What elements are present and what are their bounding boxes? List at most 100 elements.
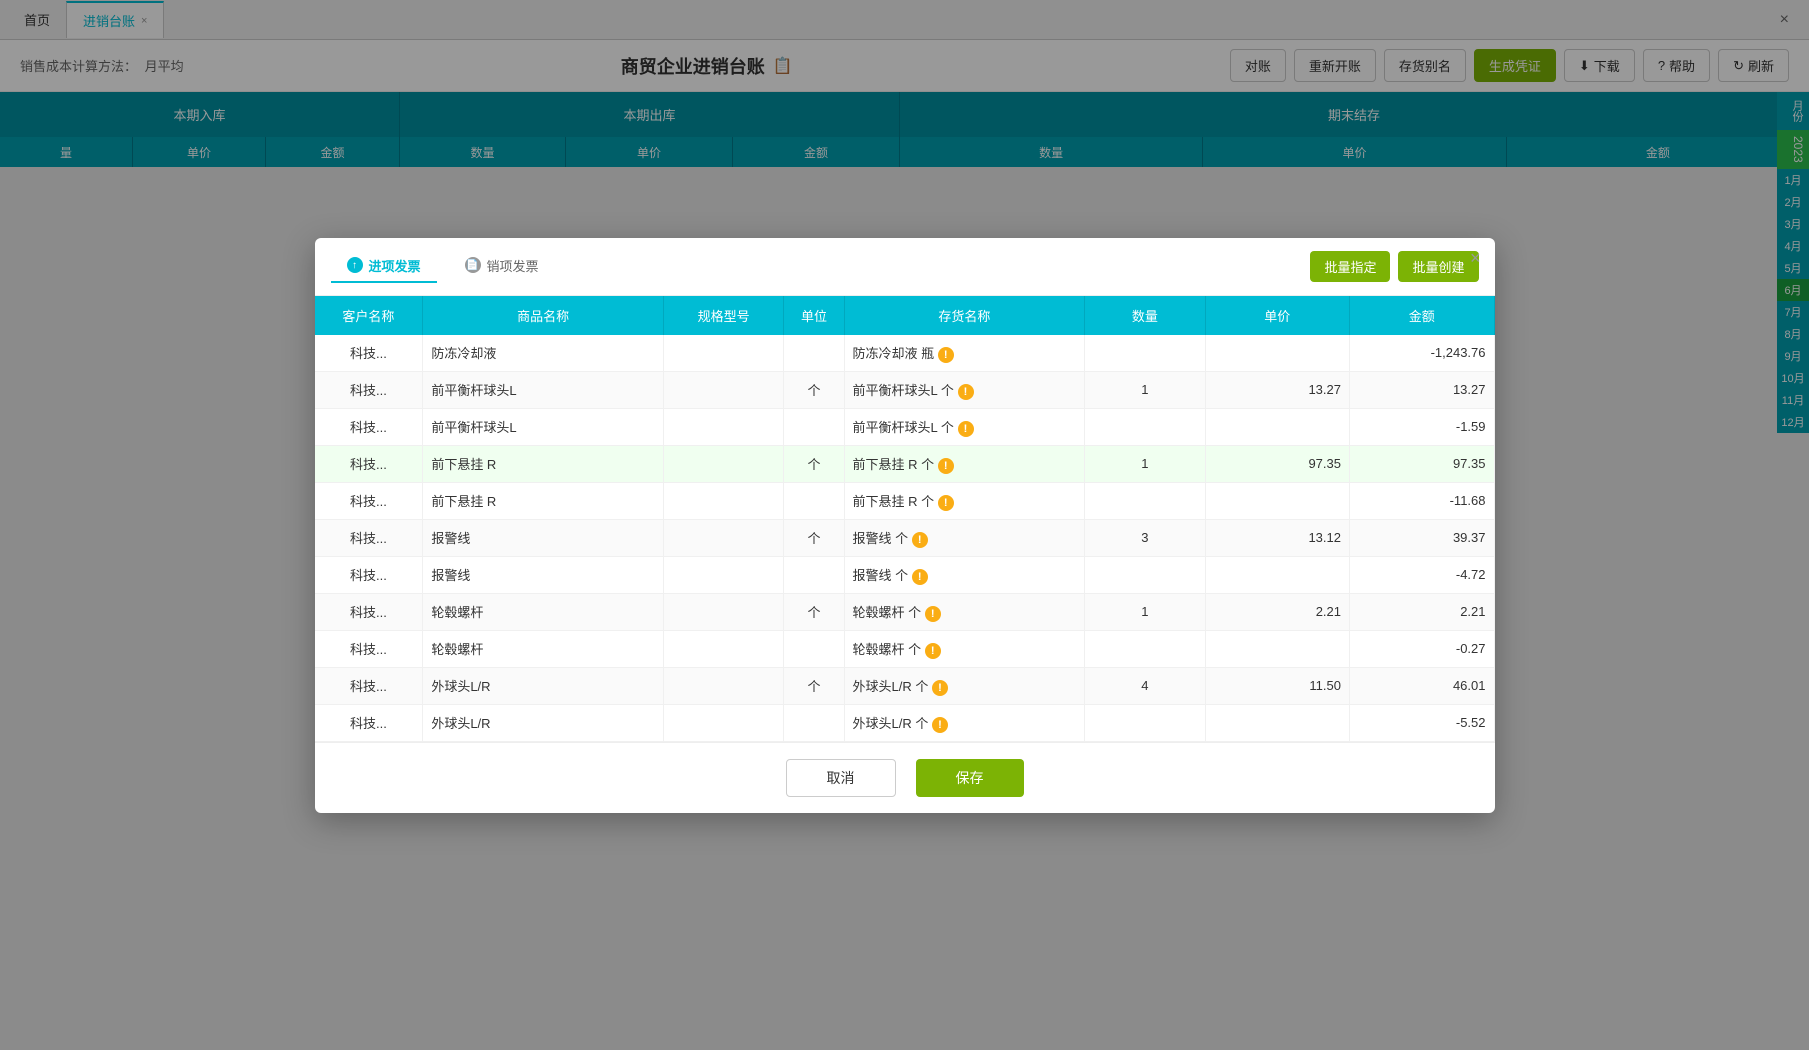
- table-row[interactable]: 科技... 外球头L/R 个 外球头L/R 个 ! 4 11.50 46.01: [315, 667, 1495, 704]
- cell-inventory: 前下悬挂 R 个 !: [844, 482, 1085, 519]
- cell-spec: [664, 335, 784, 372]
- table-row[interactable]: 科技... 轮毂螺杆 个 轮毂螺杆 个 ! 1 2.21 2.21: [315, 593, 1495, 630]
- cell-spec: [664, 371, 784, 408]
- cell-customer: 科技...: [315, 408, 423, 445]
- cell-product: 防冻冷却液: [423, 335, 664, 372]
- cell-qty: [1085, 482, 1205, 519]
- modal-footer: 取消 保存: [315, 742, 1495, 813]
- cell-price: [1205, 630, 1349, 667]
- cell-spec: [664, 519, 784, 556]
- cell-qty: 1: [1085, 445, 1205, 482]
- cell-product: 前平衡杆球头L: [423, 371, 664, 408]
- cell-inventory: 报警线 个 !: [844, 519, 1085, 556]
- cell-qty: [1085, 556, 1205, 593]
- cell-product: 轮毂螺杆: [423, 630, 664, 667]
- table-row[interactable]: 科技... 前平衡杆球头L 个 前平衡杆球头L 个 ! 1 13.27 13.2…: [315, 371, 1495, 408]
- cell-customer: 科技...: [315, 371, 423, 408]
- cell-price: [1205, 704, 1349, 741]
- save-button[interactable]: 保存: [916, 759, 1024, 797]
- table-row[interactable]: 科技... 防冻冷却液 防冻冷却液 瓶 ! -1,243.76: [315, 335, 1495, 372]
- cell-spec: [664, 445, 784, 482]
- cell-spec: [664, 408, 784, 445]
- col-price: 单价: [1205, 296, 1349, 335]
- outgoing-invoice-icon: 📄: [465, 257, 481, 273]
- cell-inventory: 轮毂螺杆 个 !: [844, 630, 1085, 667]
- cell-customer: 科技...: [315, 445, 423, 482]
- warn-icon: !: [938, 458, 954, 474]
- cell-qty: [1085, 408, 1205, 445]
- warn-icon: !: [938, 495, 954, 511]
- cell-unit: [784, 704, 844, 741]
- cell-qty: [1085, 335, 1205, 372]
- cell-product: 前下悬挂 R: [423, 445, 664, 482]
- warn-icon: !: [932, 680, 948, 696]
- cell-amount: -1,243.76: [1350, 335, 1495, 372]
- cell-customer: 科技...: [315, 704, 423, 741]
- cell-amount: 46.01: [1350, 667, 1495, 704]
- cell-customer: 科技...: [315, 519, 423, 556]
- table-row[interactable]: 科技... 报警线 个 报警线 个 ! 3 13.12 39.37: [315, 519, 1495, 556]
- warn-icon: !: [958, 421, 974, 437]
- cell-spec: [664, 630, 784, 667]
- cell-spec: [664, 593, 784, 630]
- cell-qty: 1: [1085, 593, 1205, 630]
- modal-header: ↑ 进项发票 📄 销项发票 批量指定 批量创建 ×: [315, 238, 1495, 296]
- cell-price: [1205, 335, 1349, 372]
- cell-inventory: 防冻冷却液 瓶 !: [844, 335, 1085, 372]
- cell-customer: 科技...: [315, 593, 423, 630]
- cell-qty: [1085, 630, 1205, 667]
- cell-product: 报警线: [423, 519, 664, 556]
- table-row[interactable]: 科技... 前平衡杆球头L 前平衡杆球头L 个 ! -1.59: [315, 408, 1495, 445]
- cancel-button[interactable]: 取消: [786, 759, 896, 797]
- cell-spec: [664, 704, 784, 741]
- cell-product: 轮毂螺杆: [423, 593, 664, 630]
- batch-assign-button[interactable]: 批量指定: [1310, 251, 1390, 282]
- table-row[interactable]: 科技... 报警线 报警线 个 ! -4.72: [315, 556, 1495, 593]
- cell-price: [1205, 556, 1349, 593]
- cell-amount: 13.27: [1350, 371, 1495, 408]
- cell-unit: 个: [784, 593, 844, 630]
- cell-inventory: 前下悬挂 R 个 !: [844, 445, 1085, 482]
- cell-spec: [664, 556, 784, 593]
- cell-qty: 3: [1085, 519, 1205, 556]
- cell-customer: 科技...: [315, 556, 423, 593]
- modal-header-actions: 批量指定 批量创建: [1310, 251, 1478, 282]
- cell-price: 97.35: [1205, 445, 1349, 482]
- batch-create-button[interactable]: 批量创建: [1398, 251, 1478, 282]
- cell-unit: [784, 482, 844, 519]
- tab-outgoing-invoice[interactable]: 📄 销项发票: [449, 250, 555, 283]
- cell-price: 2.21: [1205, 593, 1349, 630]
- table-row[interactable]: 科技... 前下悬挂 R 个 前下悬挂 R 个 ! 1 97.35 97.35: [315, 445, 1495, 482]
- col-amount: 金额: [1350, 296, 1495, 335]
- table-row[interactable]: 科技... 前下悬挂 R 前下悬挂 R 个 ! -11.68: [315, 482, 1495, 519]
- modal-overlay: ↑ 进项发票 📄 销项发票 批量指定 批量创建 × 客户名称 商品名称 规格型: [0, 0, 1809, 1050]
- cell-amount: 39.37: [1350, 519, 1495, 556]
- cell-amount: -11.68: [1350, 482, 1495, 519]
- cell-spec: [664, 667, 784, 704]
- cell-amount: -4.72: [1350, 556, 1495, 593]
- tab-incoming-invoice[interactable]: ↑ 进项发票: [331, 250, 437, 283]
- table-header-row: 客户名称 商品名称 规格型号 单位 存货名称 数量 单价 金额: [315, 296, 1495, 335]
- cell-inventory: 轮毂螺杆 个 !: [844, 593, 1085, 630]
- table-row[interactable]: 科技... 轮毂螺杆 轮毂螺杆 个 ! -0.27: [315, 630, 1495, 667]
- cell-customer: 科技...: [315, 667, 423, 704]
- table-row[interactable]: 科技... 外球头L/R 外球头L/R 个 ! -5.52: [315, 704, 1495, 741]
- cell-unit: 个: [784, 445, 844, 482]
- modal-table-wrap[interactable]: 客户名称 商品名称 规格型号 单位 存货名称 数量 单价 金额 科技... 防冻…: [315, 296, 1495, 742]
- cell-amount: 2.21: [1350, 593, 1495, 630]
- cell-product: 外球头L/R: [423, 667, 664, 704]
- cell-price: 13.27: [1205, 371, 1349, 408]
- cell-product: 外球头L/R: [423, 704, 664, 741]
- cell-inventory: 外球头L/R 个 !: [844, 667, 1085, 704]
- cell-unit: [784, 408, 844, 445]
- cell-amount: 97.35: [1350, 445, 1495, 482]
- cell-amount: -1.59: [1350, 408, 1495, 445]
- cell-price: [1205, 408, 1349, 445]
- cell-unit: [784, 556, 844, 593]
- modal-close-button[interactable]: ×: [1470, 248, 1481, 269]
- cell-inventory: 前平衡杆球头L 个 !: [844, 371, 1085, 408]
- invoice-modal: ↑ 进项发票 📄 销项发票 批量指定 批量创建 × 客户名称 商品名称 规格型: [315, 238, 1495, 813]
- cell-qty: 4: [1085, 667, 1205, 704]
- col-unit: 单位: [784, 296, 844, 335]
- cell-inventory: 外球头L/R 个 !: [844, 704, 1085, 741]
